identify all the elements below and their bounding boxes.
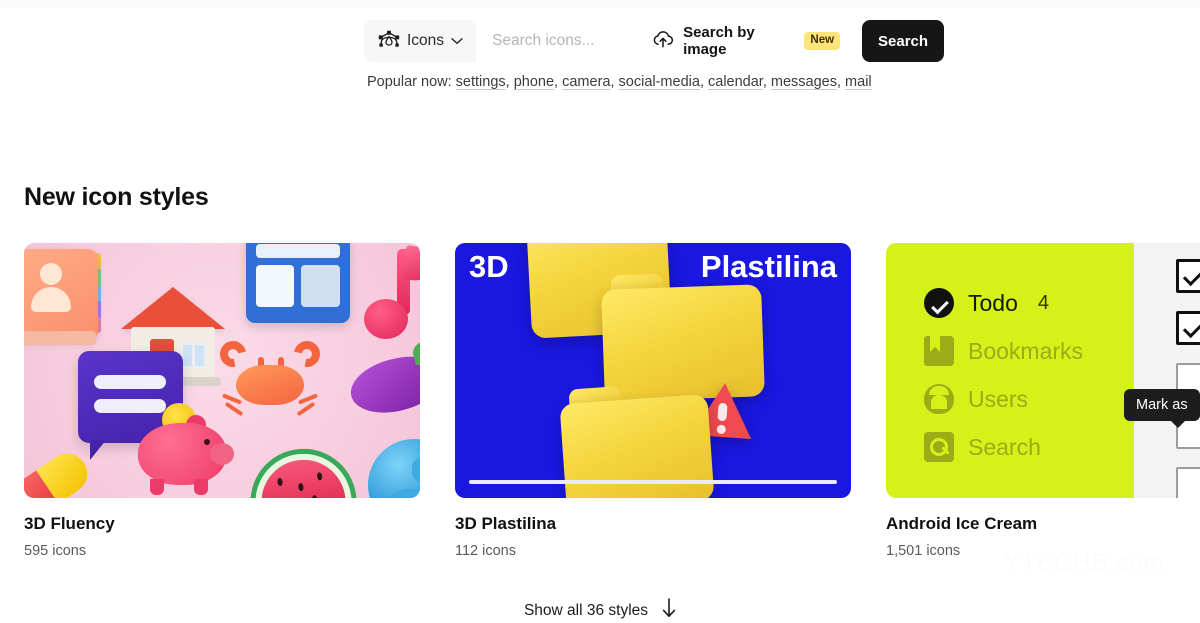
show-all-styles-label: Show all 36 styles — [523, 601, 649, 619]
style-card-3d-plastilina[interactable]: 3D Plastilina 3D Plastilina 112 icons — [455, 243, 851, 559]
popular-link-calendar[interactable]: calendar — [708, 74, 763, 90]
style-card-3d-fluency[interactable]: 3D Fluency 595 icons — [24, 243, 420, 559]
window-layout-icon — [246, 243, 350, 323]
chevron-down-icon — [451, 32, 463, 50]
menu-item-label: Search — [968, 433, 1041, 460]
style-card-title: 3D Plastilina — [455, 514, 557, 533]
search-input[interactable] — [490, 21, 649, 61]
user-icon — [924, 384, 954, 414]
menu-item-bookmarks[interactable]: Bookmarks — [924, 327, 1124, 375]
top-strip — [0, 0, 1200, 8]
plastilina-overlay-left: 3D — [469, 249, 509, 284]
menu-item-label: Todo — [968, 289, 1018, 316]
menu-item-users[interactable]: Users — [924, 375, 1124, 423]
style-thumbnail-android-ice-cream[interactable]: Todo 4 Bookmarks Users Search Mark as — [886, 243, 1200, 498]
search-by-image-button[interactable]: Search by image New — [648, 20, 855, 62]
style-thumbnail-3d-fluency[interactable] — [24, 243, 420, 498]
plastilina-overlay-right: Plastilina — [700, 249, 837, 284]
search-by-image-label: Search by image — [683, 24, 755, 58]
style-card-android-ice-cream[interactable]: Todo 4 Bookmarks Users Search Mark as An… — [886, 243, 1200, 559]
style-card-list: 3D Fluency 595 icons 3D Plastilina 3D Pl… — [24, 243, 1200, 559]
page-title: New icon styles — [24, 183, 209, 211]
popular-now: Popular now: settings, phone, camera, so… — [367, 74, 872, 90]
popular-link-messages[interactable]: messages — [771, 74, 837, 90]
cloud-upload-icon — [652, 30, 674, 53]
search-type-dropdown[interactable]: Icons — [364, 20, 477, 62]
search-bar: Icons Search by image New Search — [364, 20, 945, 62]
search-icon — [924, 432, 954, 462]
plastilina-underline — [469, 480, 837, 484]
style-card-count: 595 icons — [24, 543, 87, 559]
checkbox-unchecked[interactable] — [1176, 467, 1200, 498]
watermelon-icon — [243, 441, 359, 498]
new-badge: New — [804, 32, 841, 50]
bookmark-icon — [924, 336, 954, 366]
tooltip-mark-as: Mark as — [1124, 389, 1200, 428]
bezier-vector-icon — [378, 30, 400, 53]
popular-link-phone[interactable]: phone — [514, 74, 554, 90]
checkbox-column — [1176, 259, 1200, 498]
checkbox-checked[interactable] — [1176, 259, 1200, 293]
style-card-title: Android Ice Cream — [886, 514, 1038, 533]
popular-link-camera[interactable]: camera — [562, 74, 610, 90]
menu-item-label: Bookmarks — [968, 337, 1084, 364]
style-card-count: 112 icons — [455, 543, 516, 559]
menu-item-todo[interactable]: Todo 4 — [924, 279, 1124, 327]
style-card-title: 3D Fluency — [24, 514, 115, 533]
style-thumbnail-3d-plastilina[interactable]: 3D Plastilina — [455, 243, 851, 498]
search-type-label: Icons — [407, 32, 445, 49]
search-button[interactable]: Search — [862, 20, 945, 62]
search-shell: Icons Search by image New — [364, 20, 855, 62]
show-all-styles-button[interactable]: Show all 36 styles — [0, 598, 1200, 623]
checkbox-checked[interactable] — [1176, 311, 1200, 345]
menu-item-search[interactable]: Search — [924, 423, 1124, 471]
piggy-bank-icon — [128, 399, 238, 497]
popular-link-social-media[interactable]: social-media — [619, 74, 700, 90]
menu-item-label: Users — [968, 385, 1029, 412]
ice-cream-menu: Todo 4 Bookmarks Users Search — [924, 279, 1124, 471]
eggplant-icon — [338, 336, 420, 434]
popular-now-label: Popular now: — [367, 74, 452, 90]
music-note-icon — [364, 245, 420, 347]
search-input-wrap: Search by image New — [476, 20, 855, 62]
check-circle-icon — [924, 288, 954, 318]
watermark: YTECHB.com — [1004, 549, 1165, 577]
arrow-down-icon — [662, 598, 676, 623]
globe-icon — [368, 439, 420, 498]
menu-item-count: 4 — [1037, 291, 1049, 314]
popular-link-settings[interactable]: settings — [456, 74, 506, 90]
contacts-book-icon — [24, 249, 101, 345]
popular-link-mail[interactable]: mail — [845, 74, 872, 90]
